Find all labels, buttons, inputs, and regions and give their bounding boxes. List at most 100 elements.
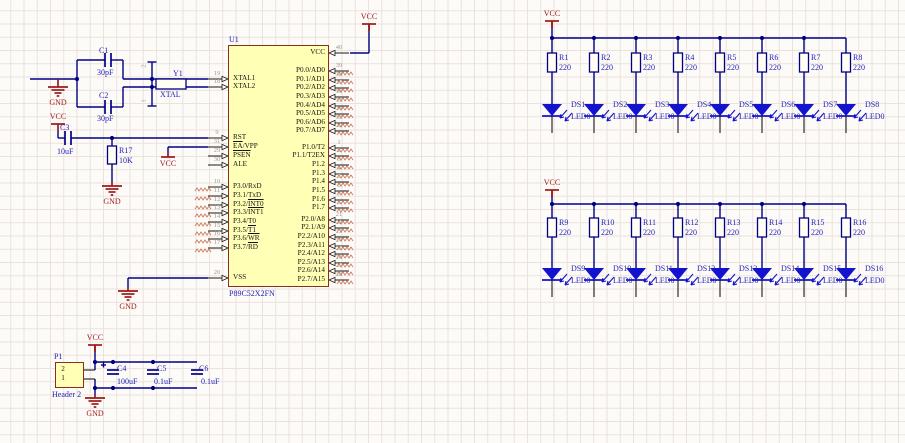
pin-number: 31 <box>213 138 221 145</box>
resistor-r14[interactable] <box>756 217 768 238</box>
pin-name: P2.6/A14 <box>297 266 325 274</box>
pin-name: P2.2/A10 <box>297 232 325 240</box>
value-label: LED0 <box>865 276 885 285</box>
vcc-port[interactable] <box>545 20 559 28</box>
value-label: 10K <box>119 156 133 165</box>
resistor-r11[interactable] <box>630 217 642 238</box>
pin-number: 6 <box>337 182 341 189</box>
capacitor-c1[interactable] <box>104 53 112 67</box>
designator-label: DS13 <box>739 264 758 273</box>
designator-label: C5 <box>157 364 167 373</box>
designator-label: R14 <box>769 218 783 227</box>
designator-label: DS7 <box>823 100 838 109</box>
resistor-r16[interactable] <box>840 217 852 238</box>
designator-label: C1 <box>99 46 109 55</box>
resistor-r3[interactable] <box>630 52 642 73</box>
resistor-r9[interactable] <box>546 217 558 238</box>
vcc-label: VCC <box>360 12 378 21</box>
pin-number: 14 <box>213 213 221 220</box>
resistor-r6[interactable] <box>756 52 768 73</box>
pin-number: 25 <box>335 245 343 252</box>
designator-label: R15 <box>811 218 825 227</box>
led-ds9[interactable] <box>542 268 573 297</box>
designator-label: C2 <box>99 91 109 100</box>
vcc-port[interactable] <box>545 189 559 197</box>
designator-label: DS3 <box>655 100 670 109</box>
pin-number: 19 <box>213 70 221 77</box>
pin-number: 34 <box>335 105 343 112</box>
designator-label: R7 <box>811 53 821 62</box>
designator-label: Y1 <box>173 69 183 78</box>
resistor-r13[interactable] <box>714 217 726 238</box>
gnd-port[interactable] <box>48 79 68 97</box>
designator-label: R1 <box>559 53 569 62</box>
value-label: 220 <box>685 63 697 72</box>
value-label: 220 <box>769 228 781 237</box>
pin-name: ALE <box>233 160 247 168</box>
resistor-r2[interactable] <box>588 52 600 73</box>
value-label: LED0 <box>865 112 885 121</box>
pin-number: 36 <box>335 88 343 95</box>
capacitor-c3[interactable] <box>64 131 72 145</box>
value-label: 220 <box>601 63 613 72</box>
vcc-port[interactable] <box>88 344 102 352</box>
pin-name: P1.1/T2EX <box>292 151 325 159</box>
vcc-label: VCC <box>86 333 104 342</box>
led-ds1[interactable] <box>542 104 573 133</box>
resistor-r5[interactable] <box>714 52 726 73</box>
schematic-canvas: VCC VCC VCC VCC VCC VCC GND GND GND GND C1 30pF C2 30… <box>0 0 905 443</box>
pin-name: P1.2 <box>312 160 325 168</box>
designator-label: DS8 <box>865 100 880 109</box>
designator-label: R9 <box>559 218 569 227</box>
value-label: 220 <box>853 228 865 237</box>
gnd-port[interactable] <box>118 288 138 301</box>
capacitor-c2[interactable] <box>104 100 112 114</box>
designator-label: R10 <box>601 218 615 227</box>
resistor-r12[interactable] <box>672 217 684 238</box>
pin-number: 27 <box>335 262 343 269</box>
designator-label: DS9 <box>571 264 586 273</box>
designator-label: DS15 <box>823 264 842 273</box>
crystal-pin-number: 2 <box>140 64 148 68</box>
resistor-r7[interactable] <box>798 52 810 73</box>
vcc-port[interactable] <box>362 23 376 31</box>
gnd-label: GND <box>103 197 121 206</box>
pin-number: 39 <box>335 62 343 69</box>
pin-name: P0.2/AD2 <box>296 83 325 91</box>
resistor-r8[interactable] <box>840 52 852 73</box>
pin-name: P0.0/AD0 <box>296 66 325 74</box>
crystal-pin-number: 1 <box>140 99 148 103</box>
pin-number: 35 <box>335 97 343 104</box>
resistor-r4[interactable] <box>672 52 684 73</box>
value-label: 220 <box>811 228 823 237</box>
value-label: 30pF <box>97 114 114 123</box>
resistor-r15[interactable] <box>798 217 810 238</box>
vcc-port[interactable] <box>161 153 175 158</box>
value-label: 220 <box>559 228 571 237</box>
value-label: 220 <box>769 63 781 72</box>
resistor-r17[interactable] <box>106 145 118 165</box>
header-p1[interactable] <box>55 362 84 388</box>
pin-name: P2.4/A12 <box>297 249 325 257</box>
value-label: XTAL <box>160 90 181 99</box>
header-pin-number: 1 <box>61 374 65 382</box>
pin-number: 13 <box>213 204 221 211</box>
pin-number: 9 <box>215 129 219 136</box>
pin-number: 24 <box>335 237 343 244</box>
header-pin-number: 2 <box>61 365 65 373</box>
designator-label: R11 <box>643 218 657 227</box>
value-label: 220 <box>559 63 571 72</box>
value-label: LED0 <box>613 276 633 285</box>
pin-number: 20 <box>213 269 221 276</box>
designator-label: DS12 <box>697 264 716 273</box>
gnd-port[interactable] <box>85 395 105 408</box>
gnd-label: GND <box>119 302 137 311</box>
value-label: 220 <box>727 63 739 72</box>
resistor-r1[interactable] <box>546 52 558 73</box>
designator-label: DS14 <box>781 264 800 273</box>
designator-label: R3 <box>643 53 653 62</box>
gnd-port[interactable] <box>102 182 122 196</box>
resistor-r10[interactable] <box>588 217 600 238</box>
pin-number: 30 <box>213 156 221 163</box>
pin-number: 22 <box>335 219 343 226</box>
